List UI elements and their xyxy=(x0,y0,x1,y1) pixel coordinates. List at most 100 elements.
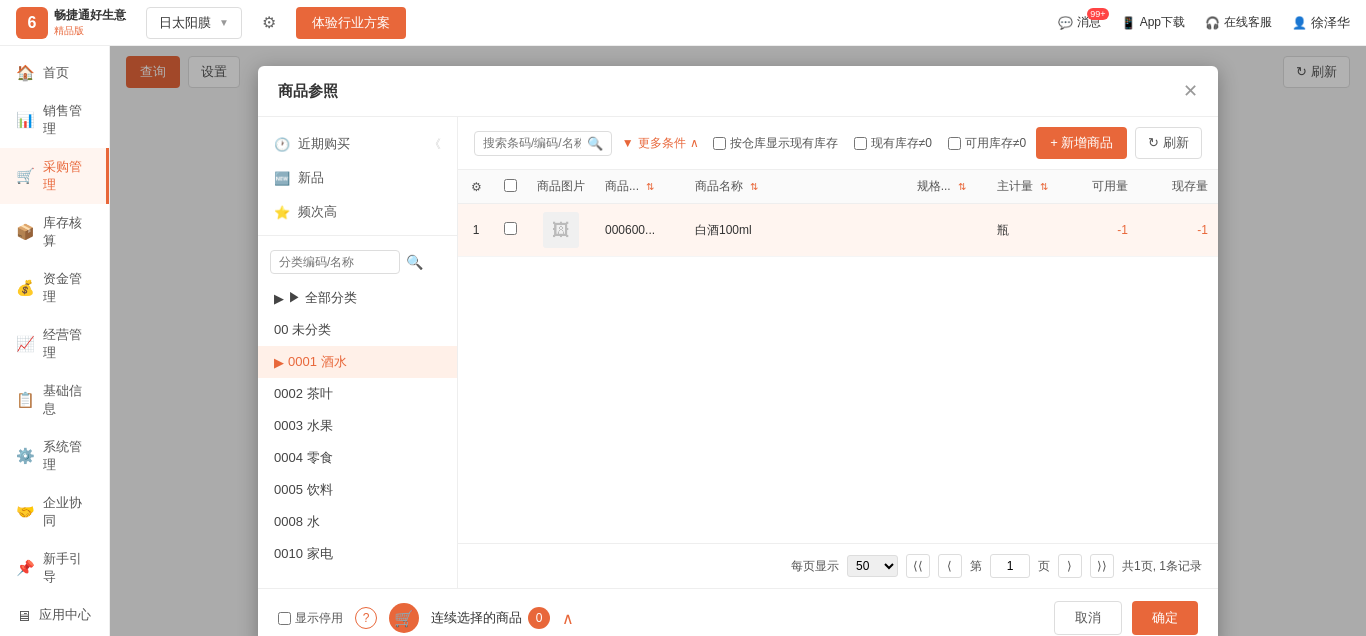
frequent-label: 频次高 xyxy=(298,203,337,221)
row-avail: -1 xyxy=(1058,204,1138,257)
sidebar-item-basic[interactable]: 📋 基础信息 xyxy=(0,372,109,428)
checkbox-stock-nonzero-input[interactable] xyxy=(854,137,867,150)
help-icon[interactable]: ? xyxy=(355,607,377,629)
col-header-code[interactable]: 商品... ⇅ xyxy=(595,170,685,204)
sidebar-item-system[interactable]: ⚙️ 系统管理 xyxy=(0,428,109,484)
checkbox-warehouse[interactable]: 按仓库显示现有库存 xyxy=(713,135,838,152)
sidebar-label-finance: 资金管理 xyxy=(43,270,93,306)
cat-item-1[interactable]: ▶ 0001 酒水 xyxy=(258,346,457,378)
sidebar-label-management: 经营管理 xyxy=(43,326,93,362)
col-gear[interactable]: ⚙ xyxy=(458,170,494,204)
apps-icon: 🖥 xyxy=(16,607,31,624)
sidebar-item-management[interactable]: 📈 经营管理 xyxy=(0,316,109,372)
settings-icon[interactable]: ⚙ xyxy=(254,8,284,38)
sort-unit-icon: ⇅ xyxy=(1040,181,1048,192)
refresh-table-button[interactable]: ↻ 刷新 xyxy=(1135,127,1202,159)
sidebar-item-guide[interactable]: 📌 新手引导 xyxy=(0,540,109,596)
triangle-icon: ▶ xyxy=(274,291,284,306)
search-icon-sm[interactable]: 🔍 xyxy=(406,254,423,270)
row-unit: 瓶 xyxy=(987,204,1058,257)
sidebar-item-purchase[interactable]: 🛒 采购管理 xyxy=(0,148,109,204)
cart-icon[interactable]: 🛒 xyxy=(389,603,419,633)
category-search-input[interactable] xyxy=(270,250,400,274)
checkbox-stock-nonzero[interactable]: 现有库存≠0 xyxy=(854,135,932,152)
message-button[interactable]: 💬 消息 99+ xyxy=(1058,14,1101,31)
prev-page-button[interactable]: ⟨ xyxy=(938,554,962,578)
product-table-wrap: ⚙ 商品图片 xyxy=(458,170,1218,543)
col-header-unit[interactable]: 主计量 ⇅ xyxy=(987,170,1058,204)
select-all-checkbox[interactable] xyxy=(504,179,517,192)
new-products-item[interactable]: 🆕 新品 xyxy=(258,161,457,195)
sidebar-label-collab: 企业协同 xyxy=(43,494,93,530)
show-disabled-input[interactable] xyxy=(278,612,291,625)
cat-item-0[interactable]: 00 未分类 xyxy=(258,314,457,346)
show-disabled-checkbox[interactable]: 显示停用 xyxy=(278,610,343,627)
product-search-input[interactable] xyxy=(483,136,581,150)
filter-button[interactable]: ▼ 更多条件 ∧ xyxy=(622,135,699,152)
cat-item-4[interactable]: 0004 零食 xyxy=(258,442,457,474)
cancel-button[interactable]: 取消 xyxy=(1054,601,1122,635)
product-thumbnail: 🖼 xyxy=(543,212,579,248)
footer-left: 显示停用 xyxy=(278,610,343,627)
sidebar-item-collab[interactable]: 🤝 企业协同 xyxy=(0,484,109,540)
col-header-img: 商品图片 xyxy=(527,170,595,204)
sidebar-label-system: 系统管理 xyxy=(43,438,93,474)
collapse-icon[interactable]: 《 xyxy=(429,136,441,153)
table-body: 1 🖼 000600... 白酒100ml xyxy=(458,204,1218,257)
trial-button[interactable]: 体验行业方案 xyxy=(296,7,406,39)
col-header-name[interactable]: 商品名称 ⇅ xyxy=(685,170,907,204)
sidebar-item-home[interactable]: 🏠 首页 xyxy=(0,54,109,92)
gear-col-icon[interactable]: ⚙ xyxy=(471,180,482,194)
row-checkbox[interactable] xyxy=(504,222,517,235)
modal-close-button[interactable]: ✕ xyxy=(1183,80,1198,102)
online-service-button[interactable]: 🎧 在线客服 xyxy=(1205,14,1272,31)
recent-label: 近期购买 xyxy=(298,135,350,153)
app-download-button[interactable]: 📱 App下载 xyxy=(1121,14,1185,31)
page-label2: 页 xyxy=(1038,558,1050,575)
sidebar-label-home: 首页 xyxy=(43,64,69,82)
modal-title: 商品参照 xyxy=(278,82,338,101)
sidebar-item-finance[interactable]: 💰 资金管理 xyxy=(0,260,109,316)
star-icon: ⭐ xyxy=(274,205,290,220)
row-num: 1 xyxy=(458,204,494,257)
sidebar-item-inventory[interactable]: 📦 库存核算 xyxy=(0,204,109,260)
cat-item-5[interactable]: 0005 饮料 xyxy=(258,474,457,506)
col-header-spec[interactable]: 规格... ⇅ xyxy=(907,170,987,204)
row-checkbox-cell[interactable] xyxy=(494,204,527,257)
frequent-item[interactable]: ⭐ 频次高 xyxy=(258,195,457,229)
sidebar-label-sales: 销售管理 xyxy=(43,102,93,138)
cat-item-2[interactable]: 0002 茶叶 xyxy=(258,378,457,410)
col-header-stock: 现存量 xyxy=(1138,170,1218,204)
category-list: ▶ ▶ 全部分类 00 未分类 ▶ 0001 酒水 0002 xyxy=(258,282,457,578)
table-row[interactable]: 1 🖼 000600... 白酒100ml xyxy=(458,204,1218,257)
search-icon[interactable]: 🔍 xyxy=(587,136,603,151)
cart-label: 连续选择的商品 0 xyxy=(431,607,550,629)
avatar-icon: 👤 xyxy=(1292,16,1307,30)
recent-purchases-item[interactable]: 🕐 近期购买 《 xyxy=(258,127,457,161)
logo-area: 6 畅捷通好生意 精品版 xyxy=(16,7,126,39)
col-checkbox[interactable] xyxy=(494,170,527,204)
page-number-input[interactable] xyxy=(990,554,1030,578)
cat-item-7[interactable]: 0010 家电 xyxy=(258,538,457,570)
user-profile[interactable]: 👤 徐泽华 xyxy=(1292,14,1350,32)
sidebar-item-sales[interactable]: 📊 销售管理 xyxy=(0,92,109,148)
next-page-button[interactable]: ⟩ xyxy=(1058,554,1082,578)
last-page-button[interactable]: ⟩⟩ xyxy=(1090,554,1114,578)
confirm-button[interactable]: 确定 xyxy=(1132,601,1198,635)
checkbox-avail-nonzero-input[interactable] xyxy=(948,137,961,150)
message-badge: 99+ xyxy=(1087,8,1108,20)
username-label: 徐泽华 xyxy=(1311,14,1350,32)
add-product-button[interactable]: + 新增商品 xyxy=(1036,127,1127,159)
checkbox-warehouse-input[interactable] xyxy=(713,137,726,150)
category-search: 🔍 xyxy=(258,242,457,282)
cart-count: 0 xyxy=(528,607,550,629)
cat-item-3[interactable]: 0003 水果 xyxy=(258,410,457,442)
nav-dropdown[interactable]: 日太阳膜 ▼ xyxy=(146,7,242,39)
cat-item-all[interactable]: ▶ ▶ 全部分类 xyxy=(258,282,457,314)
sidebar-item-apps[interactable]: 🖥 应用中心 xyxy=(0,596,109,634)
first-page-button[interactable]: ⟨⟨ xyxy=(906,554,930,578)
checkbox-avail-nonzero[interactable]: 可用库存≠0 xyxy=(948,135,1026,152)
per-page-select[interactable]: 50 20 100 xyxy=(847,555,898,577)
fold-button[interactable]: ∧ xyxy=(562,609,574,628)
cat-item-6[interactable]: 0008 水 xyxy=(258,506,457,538)
